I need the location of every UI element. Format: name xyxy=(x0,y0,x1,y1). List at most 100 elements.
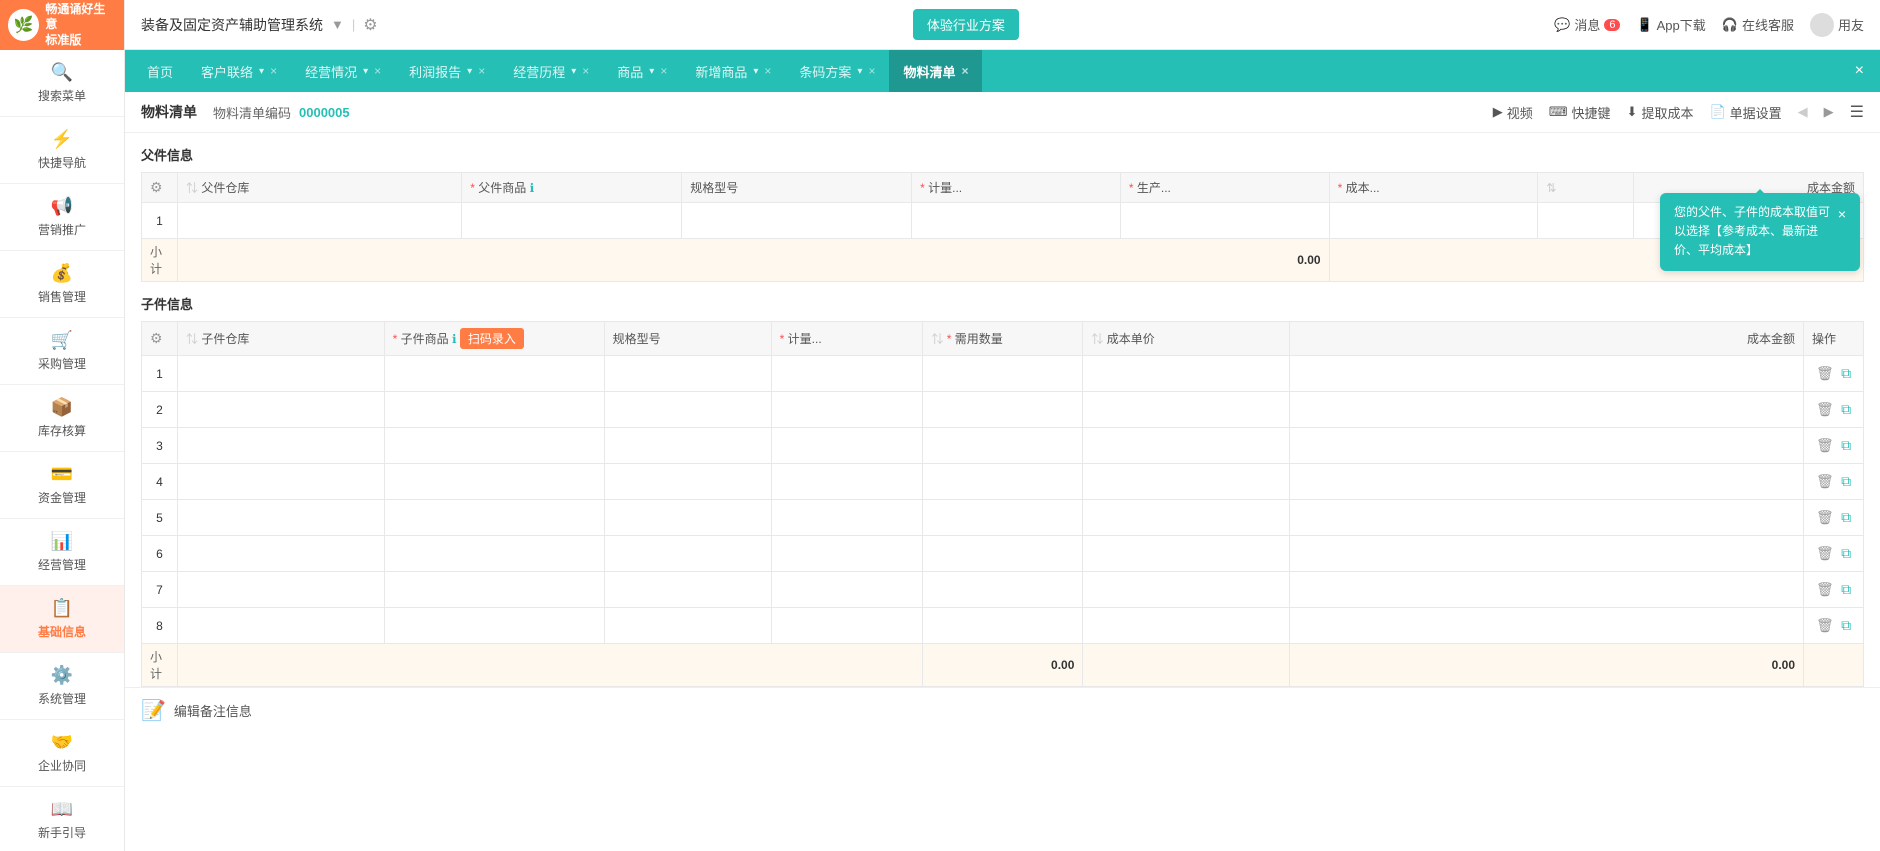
layout-icon[interactable]: ☰ xyxy=(1850,102,1864,122)
copy-row-btn[interactable]: ⧉ xyxy=(1841,365,1851,381)
sidebar-item-system[interactable]: ⚙️ 系统管理 xyxy=(0,653,124,720)
child-unit-cell[interactable] xyxy=(771,392,923,428)
delete-row-btn[interactable]: 🗑 xyxy=(1816,509,1834,525)
tab-customer-close[interactable]: × xyxy=(270,64,277,78)
sidebar-item-quick-nav[interactable]: ⚡ 快捷导航 xyxy=(0,117,124,184)
child-spec-cell[interactable] xyxy=(604,572,771,608)
parent-production-cell[interactable] xyxy=(1120,203,1329,239)
parent-spec-cell[interactable] xyxy=(682,203,912,239)
tab-history-close[interactable]: × xyxy=(582,64,589,78)
copy-row-btn[interactable]: ⧉ xyxy=(1841,581,1851,597)
child-spec-cell[interactable] xyxy=(604,428,771,464)
online-service-button[interactable]: 🎧 在线客服 xyxy=(1722,15,1794,34)
extract-cost-action[interactable]: ⬇ 提取成本 xyxy=(1627,103,1694,122)
sidebar-item-sales[interactable]: 💰 销售管理 xyxy=(0,251,124,318)
delete-row-btn[interactable]: 🗑 xyxy=(1816,617,1834,633)
tab-customer[interactable]: 客户联络 ▾ × xyxy=(187,50,291,92)
trial-button[interactable]: 体验行业方案 xyxy=(913,9,1019,40)
sidebar-item-search[interactable]: 🔍 搜索菜单 xyxy=(0,50,124,117)
single-settings-action[interactable]: 📄 单据设置 xyxy=(1709,103,1781,122)
tab-operations[interactable]: 经营情况 ▾ × xyxy=(291,50,395,92)
tab-bom[interactable]: 物料清单 × xyxy=(889,50,982,92)
delete-row-btn[interactable]: 🗑 xyxy=(1816,401,1834,417)
delete-row-btn[interactable]: 🗑 xyxy=(1816,473,1834,489)
tab-barcode[interactable]: 条码方案 ▾ × xyxy=(785,50,889,92)
child-warehouse-cell[interactable] xyxy=(178,392,385,428)
sidebar-item-enterprise[interactable]: 🤝 企业协同 xyxy=(0,720,124,787)
tab-goods[interactable]: 商品 ▾ × xyxy=(603,50,681,92)
parent-cost-cell[interactable] xyxy=(1329,203,1538,239)
shortcut-action[interactable]: ⌨ 快捷键 xyxy=(1549,103,1611,122)
child-required-qty-cell[interactable] xyxy=(923,356,1083,392)
tab-home[interactable]: 首页 xyxy=(133,50,187,92)
app-download-button[interactable]: 📱 App下载 xyxy=(1636,15,1705,34)
child-required-qty-cell[interactable] xyxy=(923,392,1083,428)
tooltip-close-btn[interactable]: × xyxy=(1838,203,1846,225)
child-warehouse-cell[interactable] xyxy=(178,464,385,500)
child-goods-cell[interactable] xyxy=(384,464,604,500)
sidebar-item-basic-info[interactable]: 📋 基础信息 xyxy=(0,586,124,653)
user-button[interactable]: 用友 xyxy=(1810,13,1864,37)
tab-profit[interactable]: 利润报告 ▾ × xyxy=(395,50,499,92)
child-goods-cell[interactable] xyxy=(384,392,604,428)
child-goods-cell[interactable] xyxy=(384,608,604,644)
delete-row-btn[interactable]: 🗑 xyxy=(1816,365,1834,381)
nav-next[interactable]: ▶ xyxy=(1824,104,1834,120)
copy-row-btn[interactable]: ⧉ xyxy=(1841,617,1851,633)
child-spec-cell[interactable] xyxy=(604,608,771,644)
dropdown-icon[interactable]: ▼ xyxy=(331,17,344,32)
sidebar-item-purchase[interactable]: 🛒 采购管理 xyxy=(0,318,124,385)
child-warehouse-cell[interactable] xyxy=(178,608,385,644)
nav-prev[interactable]: ◀ xyxy=(1798,104,1808,120)
child-spec-cell[interactable] xyxy=(604,500,771,536)
settings-icon[interactable]: ⚙ xyxy=(363,15,377,35)
child-required-qty-cell[interactable] xyxy=(923,572,1083,608)
child-warehouse-cell[interactable] xyxy=(178,536,385,572)
copy-row-btn[interactable]: ⧉ xyxy=(1841,473,1851,489)
tab-operations-close[interactable]: × xyxy=(374,64,381,78)
column-settings-icon-2[interactable]: ⚙ xyxy=(150,330,163,346)
parent-warehouse-cell[interactable] xyxy=(178,203,462,239)
copy-row-btn[interactable]: ⧉ xyxy=(1841,545,1851,561)
sidebar-item-guide[interactable]: 📖 新手引导 xyxy=(0,787,124,851)
sidebar-item-finance[interactable]: 💳 资金管理 xyxy=(0,452,124,519)
child-required-qty-cell[interactable] xyxy=(923,464,1083,500)
child-goods-cell[interactable] xyxy=(384,356,604,392)
child-required-qty-cell[interactable] xyxy=(923,536,1083,572)
copy-row-btn[interactable]: ⧉ xyxy=(1841,401,1851,417)
column-settings-icon[interactable]: ⚙ xyxy=(150,179,163,195)
child-goods-cell[interactable] xyxy=(384,536,604,572)
message-button[interactable]: 💬 消息 6 xyxy=(1554,15,1620,34)
child-spec-cell[interactable] xyxy=(604,356,771,392)
tab-new-goods[interactable]: 新增商品 ▾ × xyxy=(681,50,785,92)
child-unit-cell[interactable] xyxy=(771,428,923,464)
tab-goods-close[interactable]: × xyxy=(660,64,667,78)
tab-bom-close[interactable]: × xyxy=(961,64,968,78)
child-unit-cell[interactable] xyxy=(771,608,923,644)
delete-row-btn[interactable]: 🗑 xyxy=(1816,581,1834,597)
child-goods-cell[interactable] xyxy=(384,500,604,536)
scan-button[interactable]: 扫码录入 xyxy=(460,328,524,349)
child-spec-cell[interactable] xyxy=(604,392,771,428)
sidebar-item-marketing[interactable]: 📢 营销推广 xyxy=(0,184,124,251)
delete-row-btn[interactable]: 🗑 xyxy=(1816,545,1834,561)
child-unit-cell[interactable] xyxy=(771,500,923,536)
child-spec-cell[interactable] xyxy=(604,536,771,572)
delete-row-btn[interactable]: 🗑 xyxy=(1816,437,1834,453)
tab-new-goods-close[interactable]: × xyxy=(764,64,771,78)
child-warehouse-cell[interactable] xyxy=(178,500,385,536)
view-action[interactable]: ▶ 视频 xyxy=(1493,103,1533,122)
child-required-qty-cell[interactable] xyxy=(923,608,1083,644)
child-warehouse-cell[interactable] xyxy=(178,572,385,608)
child-required-qty-cell[interactable] xyxy=(923,500,1083,536)
child-warehouse-cell[interactable] xyxy=(178,428,385,464)
sidebar-item-inventory[interactable]: 📦 库存核算 xyxy=(0,385,124,452)
copy-row-btn[interactable]: ⧉ xyxy=(1841,437,1851,453)
child-unit-cell[interactable] xyxy=(771,536,923,572)
tab-history[interactable]: 经营历程 ▾ × xyxy=(499,50,603,92)
child-required-qty-cell[interactable] xyxy=(923,428,1083,464)
tab-profit-close[interactable]: × xyxy=(478,64,485,78)
tab-barcode-close[interactable]: × xyxy=(868,64,875,78)
parent-goods-cell[interactable] xyxy=(462,203,682,239)
close-all-tabs[interactable]: × xyxy=(1847,62,1872,80)
